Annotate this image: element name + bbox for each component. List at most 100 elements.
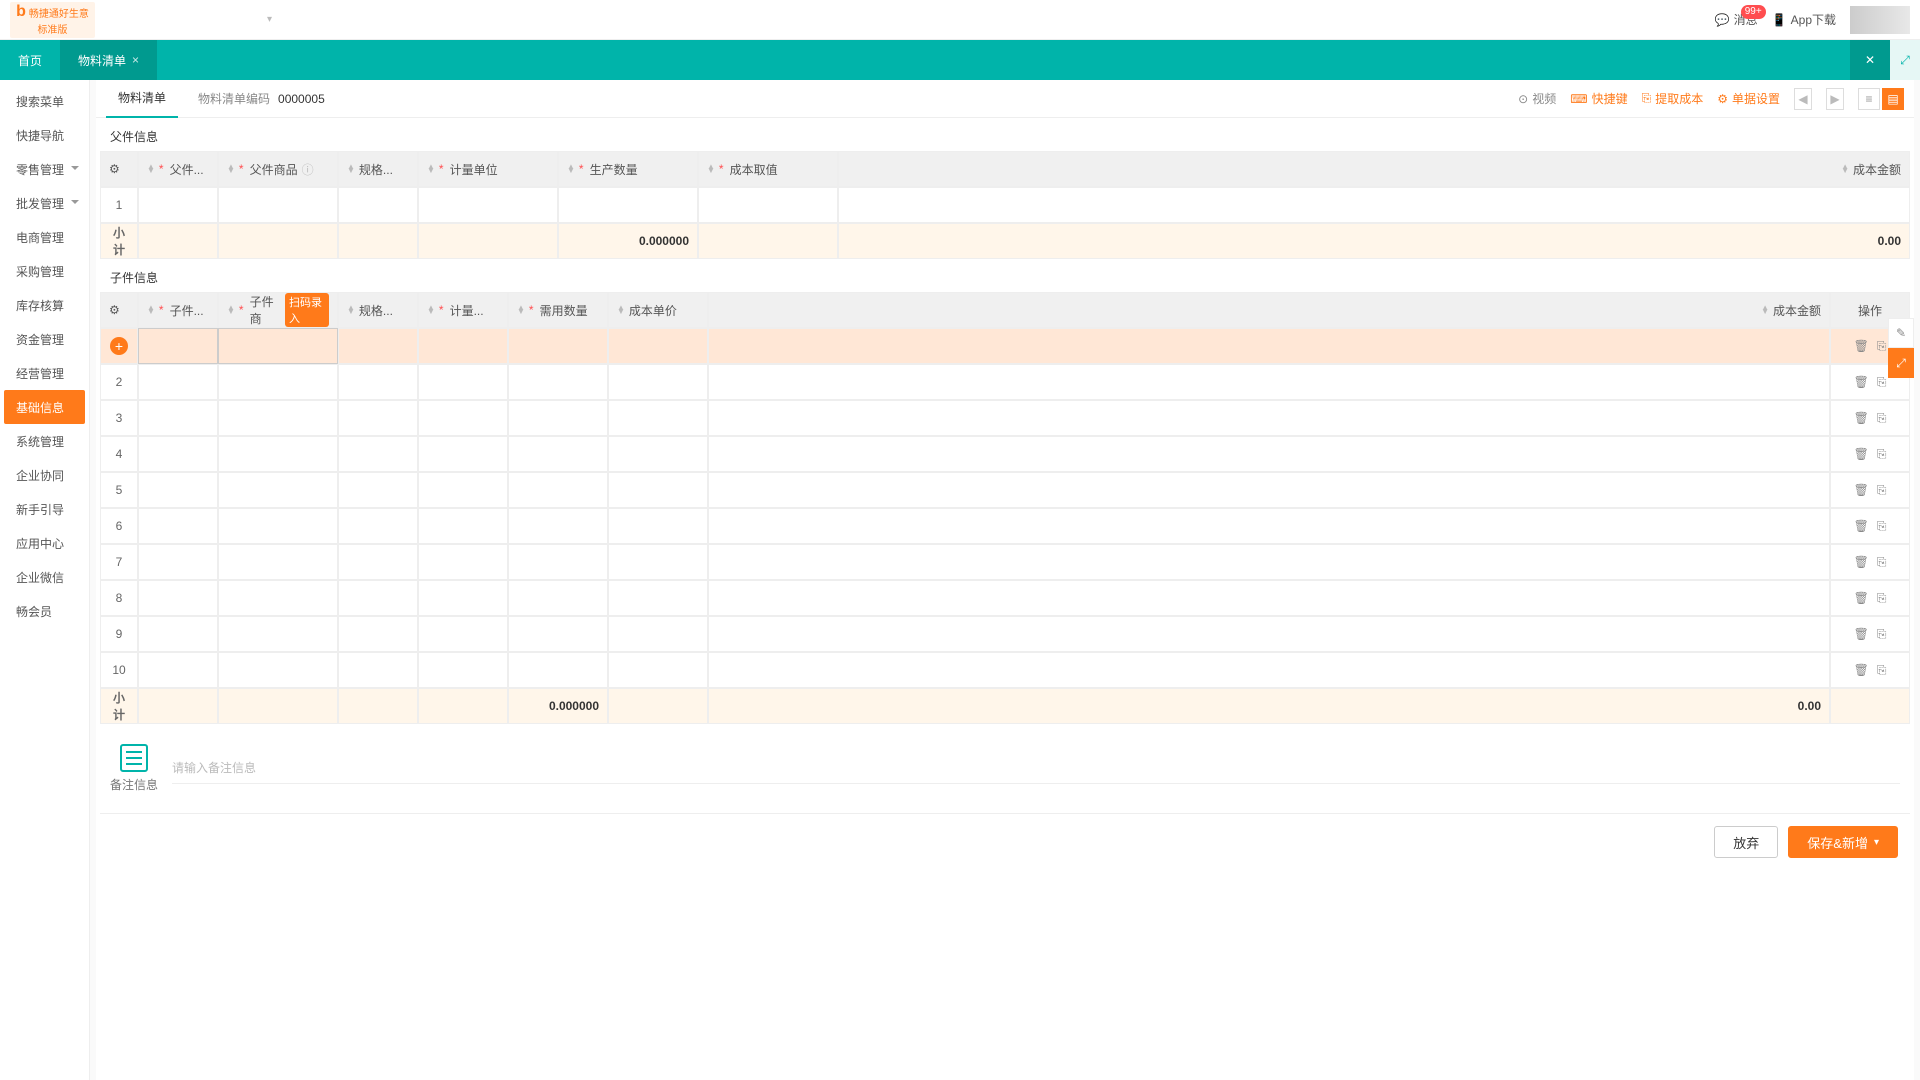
- sidebar-item-15[interactable]: 畅会员: [0, 594, 89, 628]
- child-cell[interactable]: [338, 616, 418, 652]
- copy-row-icon[interactable]: ⎘: [1877, 627, 1887, 641]
- copy-row-icon[interactable]: ⎘: [1877, 555, 1887, 569]
- parent-product-cell[interactable]: [218, 187, 338, 223]
- doc-settings-button[interactable]: ⚙单据设置: [1717, 90, 1780, 107]
- child-cell[interactable]: [218, 400, 338, 436]
- child-cell[interactable]: [708, 364, 1830, 400]
- child-cell[interactable]: [708, 400, 1830, 436]
- sidebar-item-12[interactable]: 新手引导: [0, 492, 89, 526]
- child-cell[interactable]: [138, 508, 218, 544]
- parent-th-product[interactable]: ▲▼*父件商品ⓘ: [218, 151, 338, 187]
- sidebar-item-5[interactable]: 采购管理: [0, 254, 89, 288]
- child-cell[interactable]: [608, 328, 708, 364]
- child-row[interactable]: 8🗑⎘: [100, 580, 1910, 616]
- child-th-unit-cost[interactable]: ▲▼成本单价: [608, 292, 708, 328]
- parent-qty-cell[interactable]: [558, 187, 698, 223]
- delete-row-icon[interactable]: 🗑: [1854, 375, 1869, 389]
- close-tab-icon[interactable]: ×: [132, 53, 139, 67]
- delete-row-icon[interactable]: 🗑: [1854, 555, 1869, 569]
- child-cell[interactable]: [338, 580, 418, 616]
- child-cell[interactable]: [508, 580, 608, 616]
- child-cell[interactable]: [338, 508, 418, 544]
- rail-edit-button[interactable]: ✎: [1888, 318, 1914, 348]
- child-th-need-qty[interactable]: ▲▼*需用数量: [508, 292, 608, 328]
- sidebar-item-9[interactable]: 基础信息: [4, 390, 85, 424]
- sidebar-item-8[interactable]: 经营管理: [0, 356, 89, 390]
- child-cell[interactable]: [218, 544, 338, 580]
- parent-th-cost-src[interactable]: ▲▼*成本取值: [698, 151, 838, 187]
- child-cell[interactable]: [138, 364, 218, 400]
- child-row[interactable]: 5🗑⎘: [100, 472, 1910, 508]
- child-cell[interactable]: [218, 472, 338, 508]
- child-th-code[interactable]: ▲▼*子件...: [138, 292, 218, 328]
- app-download-link[interactable]: 📱 App下载: [1772, 11, 1836, 28]
- child-row[interactable]: 4🗑⎘: [100, 436, 1910, 472]
- sidebar-item-4[interactable]: 电商管理: [0, 220, 89, 254]
- parent-spec-cell[interactable]: [338, 187, 418, 223]
- view-form-button[interactable]: ▤: [1882, 88, 1904, 110]
- child-cell[interactable]: [708, 436, 1830, 472]
- sidebar-item-11[interactable]: 企业协同: [0, 458, 89, 492]
- delete-row-icon[interactable]: 🗑: [1854, 519, 1869, 533]
- sidebar-item-0[interactable]: 搜索菜单: [0, 84, 89, 118]
- copy-row-icon[interactable]: ⎘: [1877, 663, 1887, 677]
- child-row[interactable]: +🗑⎘: [100, 328, 1910, 364]
- child-cell[interactable]: [218, 580, 338, 616]
- child-cell[interactable]: [608, 616, 708, 652]
- child-cell[interactable]: [508, 364, 608, 400]
- copy-row-icon[interactable]: ⎘: [1877, 519, 1887, 533]
- child-cell[interactable]: [508, 652, 608, 688]
- child-cell[interactable]: [608, 472, 708, 508]
- child-row[interactable]: 3🗑⎘: [100, 400, 1910, 436]
- view-list-button[interactable]: ≡: [1858, 88, 1880, 110]
- child-cell[interactable]: [218, 436, 338, 472]
- child-cell[interactable]: [608, 544, 708, 580]
- child-cell[interactable]: [418, 436, 508, 472]
- child-th-cost-amt[interactable]: ▲▼成本金额: [708, 292, 1830, 328]
- child-cell[interactable]: [418, 328, 508, 364]
- child-cell[interactable]: [418, 364, 508, 400]
- child-row[interactable]: 2🗑⎘: [100, 364, 1910, 400]
- child-cell[interactable]: [608, 580, 708, 616]
- delete-row-icon[interactable]: 🗑: [1854, 411, 1869, 425]
- delete-row-icon[interactable]: 🗑: [1854, 339, 1869, 353]
- child-cell[interactable]: [708, 616, 1830, 652]
- child-cell[interactable]: [608, 652, 708, 688]
- child-cell[interactable]: [708, 508, 1830, 544]
- sidebar-item-13[interactable]: 应用中心: [0, 526, 89, 560]
- parent-th-uom[interactable]: ▲▼*计量单位: [418, 151, 558, 187]
- parent-cost-amt-cell[interactable]: [838, 187, 1910, 223]
- messages-link[interactable]: 💬 消息 99+: [1715, 11, 1758, 28]
- child-cell[interactable]: [338, 472, 418, 508]
- child-cell[interactable]: [138, 328, 218, 364]
- child-cell[interactable]: [338, 436, 418, 472]
- parent-th-cost-amt[interactable]: ▲▼成本金额: [838, 151, 1910, 187]
- video-help-button[interactable]: ⊙视频: [1518, 90, 1556, 107]
- child-cell[interactable]: [418, 508, 508, 544]
- add-row-button[interactable]: +: [110, 337, 128, 355]
- child-cell[interactable]: [508, 508, 608, 544]
- child-gear-header[interactable]: ⚙: [100, 292, 138, 328]
- child-cell[interactable]: [708, 328, 1830, 364]
- save-and-add-button[interactable]: 保存&新增▾: [1788, 826, 1898, 858]
- child-cell[interactable]: [508, 400, 608, 436]
- copy-row-icon[interactable]: ⎘: [1877, 411, 1887, 425]
- child-row[interactable]: 6🗑⎘: [100, 508, 1910, 544]
- child-cell[interactable]: [218, 328, 338, 364]
- child-cell[interactable]: [338, 400, 418, 436]
- rail-expand-button[interactable]: ⤢: [1888, 348, 1914, 378]
- child-cell[interactable]: [218, 616, 338, 652]
- sidebar-item-14[interactable]: 企业微信: [0, 560, 89, 594]
- child-cell[interactable]: [138, 436, 218, 472]
- child-cell[interactable]: [338, 544, 418, 580]
- child-cell[interactable]: [418, 400, 508, 436]
- child-row[interactable]: 10🗑⎘: [100, 652, 1910, 688]
- child-cell[interactable]: [138, 652, 218, 688]
- parent-cost-src-cell[interactable]: [698, 187, 838, 223]
- child-cell[interactable]: [418, 544, 508, 580]
- tab-home[interactable]: 首页: [0, 40, 60, 80]
- child-cell[interactable]: [708, 472, 1830, 508]
- sidebar-item-6[interactable]: 库存核算: [0, 288, 89, 322]
- scan-badge[interactable]: 扫码录入: [285, 293, 329, 327]
- child-cell[interactable]: [338, 364, 418, 400]
